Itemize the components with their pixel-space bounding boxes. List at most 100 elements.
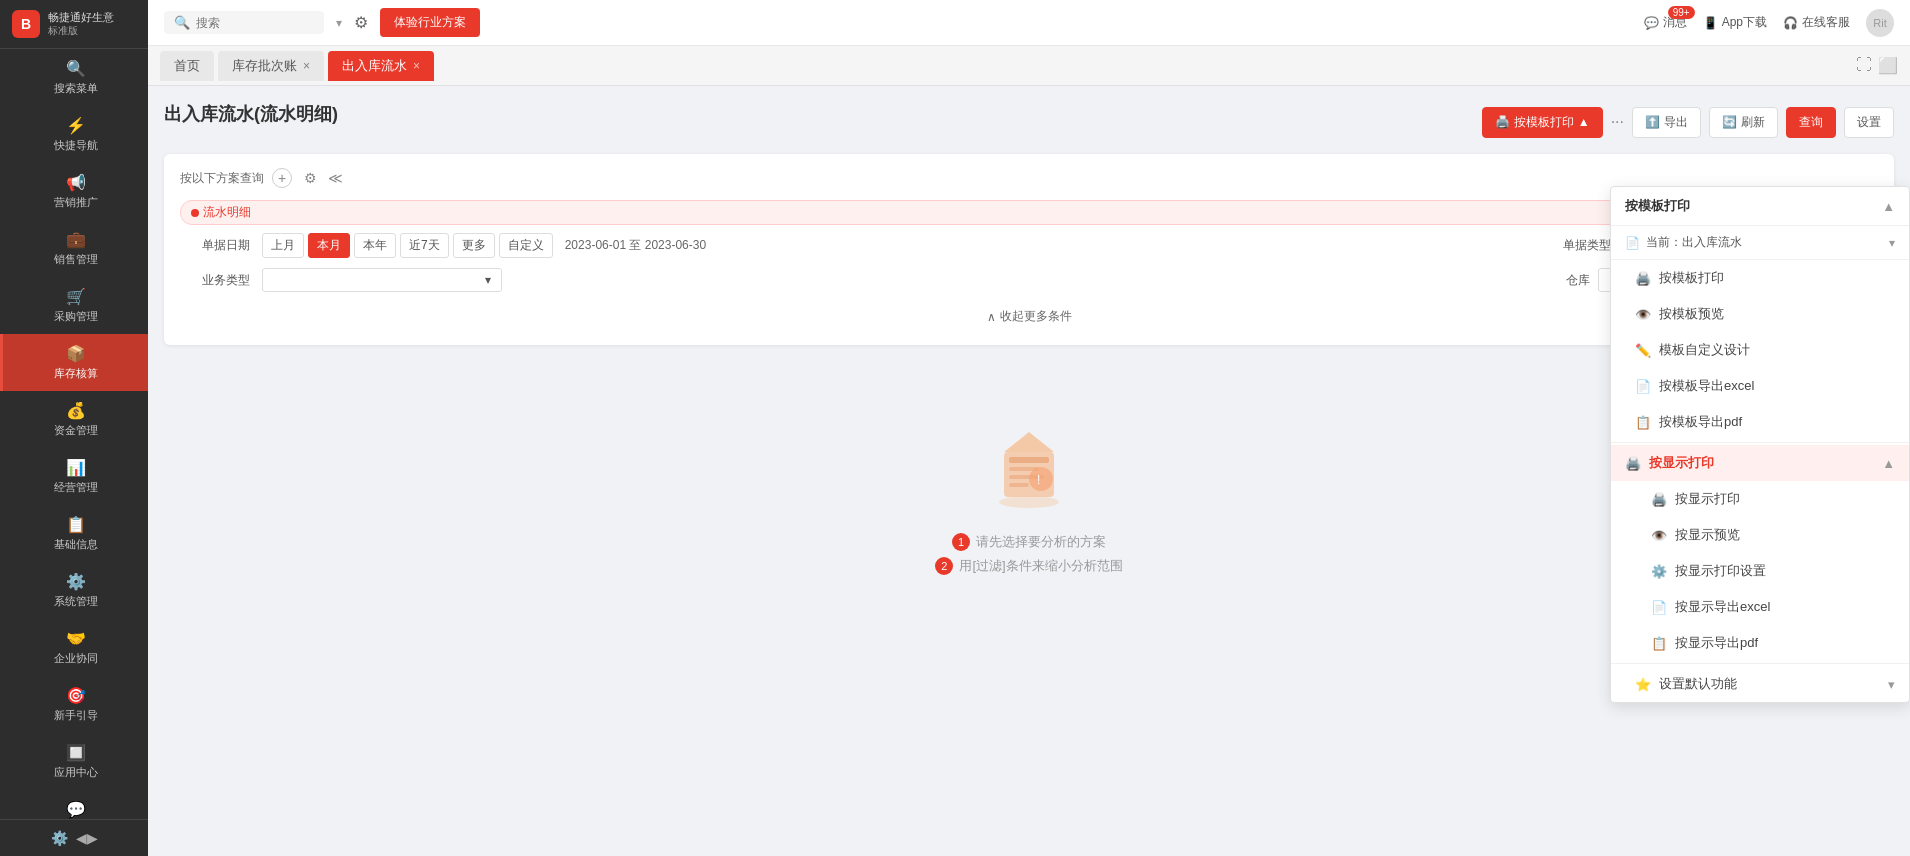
sidebar-item-apps[interactable]: 🔲 应用中心	[0, 733, 148, 790]
sidebar-item-purchase[interactable]: 🛒 采购管理	[0, 277, 148, 334]
sidebar-item-guide[interactable]: 🎯 新手引导	[0, 676, 148, 733]
dropdown-item-template-print-label: 按模板打印	[1659, 269, 1724, 287]
sidebar-item-label: 系统管理	[54, 594, 98, 609]
svg-rect-2	[1009, 457, 1049, 463]
sidebar-item-search[interactable]: 🔍 搜索菜单	[0, 49, 148, 106]
dropdown-item-template-custom-label: 模板自定义设计	[1659, 341, 1750, 359]
dropdown-display-section-label: 按显示打印	[1649, 454, 1714, 472]
filter-date-this-month[interactable]: 本月	[308, 233, 350, 258]
dropdown-display-export-pdf[interactable]: 📋 按显示导出pdf	[1611, 625, 1909, 661]
app-download-label: App下载	[1722, 14, 1767, 31]
tab-home-label: 首页	[174, 57, 200, 75]
tab-batch-account[interactable]: 库存批次账 ×	[218, 51, 324, 81]
filter-date-last-month[interactable]: 上月	[262, 233, 304, 258]
sidebar-item-label: 营销推广	[54, 195, 98, 210]
empty-hint-2-text: 用[过滤]条件来缩小分析范围	[959, 557, 1122, 575]
refresh-button[interactable]: 🔄 刷新	[1709, 107, 1778, 138]
sidebar-item-finance[interactable]: 💰 资金管理	[0, 391, 148, 448]
sidebar-item-inventory[interactable]: 📦 库存核算	[0, 334, 148, 391]
dropdown-collapse-icon[interactable]: ▲	[1882, 199, 1895, 214]
briefcase-icon: 💼	[66, 230, 86, 249]
filter-collapse-icon[interactable]: ≪	[328, 170, 343, 186]
filter-date-this-year[interactable]: 本年	[354, 233, 396, 258]
message-icon: 💬	[1644, 16, 1659, 30]
maximize-icon[interactable]: ⛶	[1856, 56, 1872, 75]
filter-header: 按以下方案查询 + ⚙ ≪	[180, 168, 1878, 188]
dropdown-item-template-preview[interactable]: 👁️ 按模板预览	[1611, 296, 1909, 332]
user-avatar[interactable]: Rit	[1866, 9, 1894, 37]
topbar-gear-icon[interactable]: ⚙	[354, 13, 368, 32]
search-icon: 🔍	[66, 59, 86, 78]
sidebar-item-label: 快捷导航	[54, 138, 98, 153]
dropdown-set-default[interactable]: ⭐ 设置默认功能 ▾	[1611, 666, 1909, 702]
settings-bottom-icon[interactable]: ⚙️	[51, 830, 68, 846]
current-expand-icon[interactable]: ▾	[1889, 236, 1895, 250]
sidebar-item-basic[interactable]: 📋 基础信息	[0, 505, 148, 562]
online-service-button[interactable]: 🎧 在线客服	[1783, 14, 1850, 31]
app-download-button[interactable]: 📱 App下载	[1703, 14, 1767, 31]
box-icon: 📦	[66, 344, 86, 363]
template-print-label: 按模板打印	[1514, 114, 1574, 131]
search-input[interactable]	[196, 16, 286, 30]
dropdown-item-template-pdf[interactable]: 📋 按模板导出pdf	[1611, 404, 1909, 440]
restore-icon[interactable]: ⬜	[1878, 56, 1898, 75]
dropdown-item-template-excel[interactable]: 📄 按模板导出excel	[1611, 368, 1909, 404]
dropdown-divider-2	[1611, 663, 1909, 664]
filter-collapse-label: 收起更多条件	[1000, 308, 1072, 325]
message-button[interactable]: 💬 消息 99+	[1644, 14, 1687, 31]
excel-icon: 📄	[1635, 378, 1651, 394]
filter-date-7days[interactable]: 近7天	[400, 233, 449, 258]
printer-sub-icon: 🖨️	[1651, 491, 1667, 507]
filter-date-custom[interactable]: 自定义	[499, 233, 553, 258]
page-title: 出入库流水(流水明细)	[164, 102, 338, 126]
sidebar-item-sales[interactable]: 💼 销售管理	[0, 220, 148, 277]
dropdown-display-print-settings[interactable]: ⚙️ 按显示打印设置	[1611, 553, 1909, 589]
tab-batch-account-close[interactable]: ×	[303, 59, 310, 73]
sidebar-item-marketing[interactable]: 📢 营销推广	[0, 163, 148, 220]
template-print-button[interactable]: 🖨️ 按模板打印 ▲	[1482, 107, 1603, 138]
query-button[interactable]: 查询	[1786, 107, 1836, 138]
sidebar-item-system[interactable]: ⚙️ 系统管理	[0, 562, 148, 619]
empty-hint-2: 2 用[过滤]条件来缩小分析范围	[935, 557, 1122, 575]
dropdown-display-excel-label: 按显示导出excel	[1675, 598, 1770, 616]
section-arrow-icon: ▲	[1882, 456, 1895, 471]
dropdown-display-export-excel[interactable]: 📄 按显示导出excel	[1611, 589, 1909, 625]
filter-warehouse-label: 仓库	[1520, 272, 1590, 289]
tab-home[interactable]: 首页	[160, 51, 214, 81]
filter-business-select[interactable]: ▾	[262, 268, 502, 292]
dropdown-item-template-print[interactable]: 🖨️ 按模板打印	[1611, 260, 1909, 296]
search-dropdown-arrow[interactable]: ▾	[336, 16, 342, 30]
settings-button[interactable]: 设置	[1844, 107, 1894, 138]
dropdown-display-print[interactable]: 🖨️ 按显示打印	[1611, 481, 1909, 517]
logo-text: 畅捷通好生意	[48, 10, 114, 24]
dropdown-divider	[1611, 442, 1909, 443]
dropdown-item-template-custom[interactable]: ✏️ 模板自定义设计	[1611, 332, 1909, 368]
tab-inout-flow[interactable]: 出入库流水 ×	[328, 51, 434, 81]
more-icon[interactable]: ···	[1611, 113, 1624, 131]
dropdown-display-print-label: 按显示打印	[1675, 490, 1740, 508]
sidebar-item-wechat[interactable]: 💬 企业微信	[0, 790, 148, 819]
trial-button[interactable]: 体验行业方案	[380, 8, 480, 37]
tab-inout-flow-close[interactable]: ×	[413, 59, 420, 73]
message-badge: 99+	[1668, 6, 1695, 19]
empty-illustration: !	[979, 417, 1079, 517]
sidebar-item-enterprise[interactable]: 🤝 企业协同	[0, 619, 148, 676]
dropdown-display-preview[interactable]: 👁️ 按显示预览	[1611, 517, 1909, 553]
collapse-sidebar-icon[interactable]: ◀▶	[76, 830, 98, 846]
export-button[interactable]: ⬆️ 导出	[1632, 107, 1701, 138]
sidebar-item-quick-nav[interactable]: ⚡ 快捷导航	[0, 106, 148, 163]
dropdown-display-print-section[interactable]: 🖨️ 按显示打印 ▲	[1611, 445, 1909, 481]
search-icon: 🔍	[174, 15, 190, 30]
page-title-row: 出入库流水(流水明细) 🖨️ 按模板打印 ▲ ··· ⬆️ 导出 🔄 刷新 查询	[164, 102, 1894, 142]
service-icon: 🎧	[1783, 16, 1798, 30]
filter-add-button[interactable]: +	[272, 168, 292, 188]
megaphone-icon: 📢	[66, 173, 86, 192]
filter-settings-icon[interactable]: ⚙	[300, 168, 320, 188]
logo-sub: 标准版	[48, 24, 114, 38]
sidebar-item-operations[interactable]: 📊 经营管理	[0, 448, 148, 505]
sidebar-item-label: 库存核算	[54, 366, 98, 381]
topbar-search-box[interactable]: 🔍	[164, 11, 324, 34]
online-service-label: 在线客服	[1802, 14, 1850, 31]
filter-date-more[interactable]: 更多	[453, 233, 495, 258]
chat-icon: 💬	[66, 800, 86, 819]
